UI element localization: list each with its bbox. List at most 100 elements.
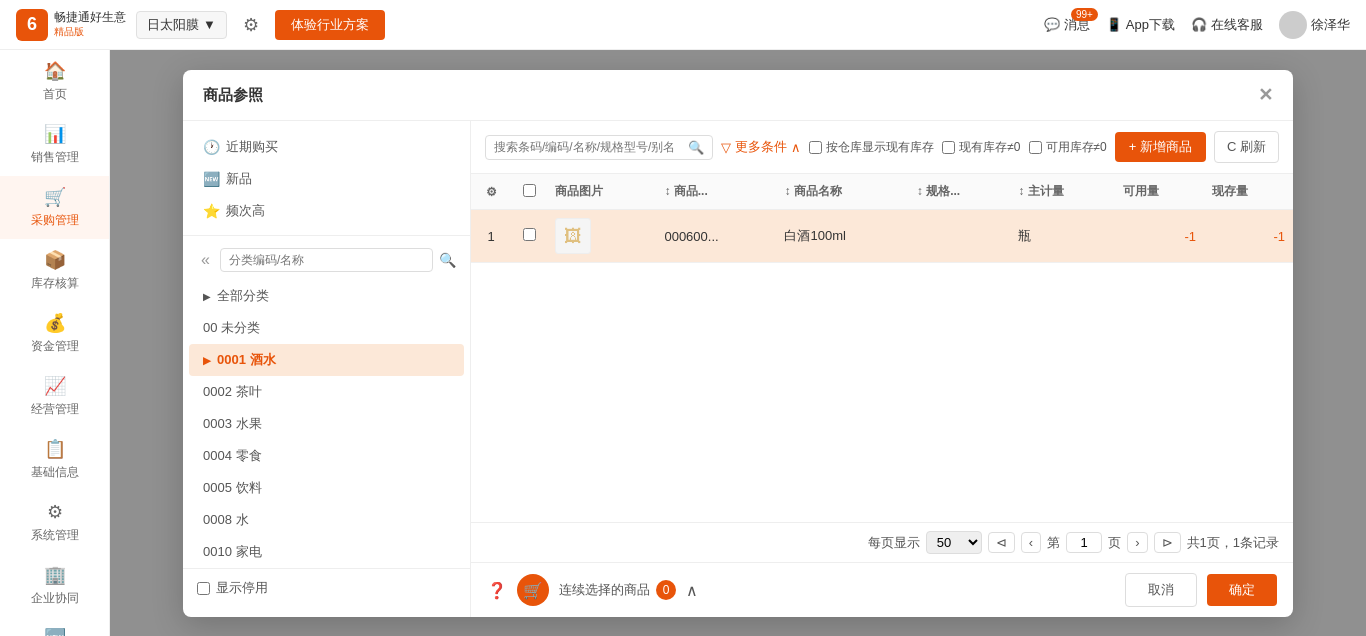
sidebar-item-collab[interactable]: 🏢 企业协同 xyxy=(0,554,109,617)
category-list: ▶ 全部分类 00 未分类 ▶ 0001 酒水 0002 茶 xyxy=(183,280,470,568)
warehouse-checkbox[interactable] xyxy=(809,141,822,154)
category-item-0[interactable]: 00 未分类 xyxy=(189,312,464,344)
col-code[interactable]: ↕ 商品... xyxy=(656,174,776,210)
collapse-left-btn[interactable]: « xyxy=(197,251,214,269)
show-disabled-row: 显示停用 xyxy=(183,568,470,607)
last-page-btn[interactable]: ⊳ xyxy=(1154,532,1181,553)
settings-icon[interactable]: ⚙ xyxy=(235,10,267,40)
category-label-1: 0001 酒水 xyxy=(217,351,276,369)
warehouse-checkbox-label[interactable]: 按仓库显示现有库存 xyxy=(809,139,934,156)
cancel-button[interactable]: 取消 xyxy=(1125,573,1197,607)
select-all-checkbox[interactable] xyxy=(523,184,536,197)
stock-nonzero-checkbox-label[interactable]: 现有库存≠0 xyxy=(942,139,1020,156)
online-service-nav-item[interactable]: 🎧 在线客服 xyxy=(1191,16,1263,34)
sidebar-label-inventory: 库存核算 xyxy=(31,275,79,292)
category-label-3: 0003 水果 xyxy=(203,415,262,433)
page-input[interactable] xyxy=(1066,532,1102,553)
page-size-select[interactable]: 50 10 20 100 xyxy=(926,531,982,554)
messages-nav-item[interactable]: 💬 消息 99+ xyxy=(1044,16,1090,34)
sidebar-label-operations: 经营管理 xyxy=(31,401,79,418)
available-nonzero-text: 可用库存≠0 xyxy=(1046,139,1107,156)
system-icon: ⚙ xyxy=(47,501,63,523)
sidebar-item-finance[interactable]: 💰 资金管理 xyxy=(0,302,109,365)
prev-page-btn[interactable]: ‹ xyxy=(1021,532,1041,553)
collab-icon: 🏢 xyxy=(44,564,66,586)
category-item-2[interactable]: 0002 茶叶 xyxy=(189,376,464,408)
table-row[interactable]: 1 🖼 000600... 白酒100ml xyxy=(471,210,1293,263)
sidebar-label-purchase: 采购管理 xyxy=(31,212,79,229)
col-checkbox xyxy=(511,174,547,210)
product-search-icon[interactable]: 🔍 xyxy=(688,140,704,155)
product-search-input-wrap: 🔍 xyxy=(485,135,713,160)
guide-icon: 🆕 xyxy=(44,627,66,636)
operations-icon: 📈 xyxy=(44,375,66,397)
table-head: ⚙ 商品图片 ↕ 商品... ↕ 商品名称 ↕ 规格... ↕ 主计量 可用量 xyxy=(471,174,1293,210)
category-item-6[interactable]: 0008 水 xyxy=(189,504,464,536)
footer-collapse-icon[interactable]: ∧ xyxy=(686,581,698,600)
filter-button[interactable]: ▽ 更多条件 ∧ xyxy=(721,138,801,156)
sidebar-item-purchase[interactable]: 🛒 采购管理 xyxy=(0,176,109,239)
page-word-2: 页 xyxy=(1108,534,1121,552)
sidebar-item-home[interactable]: 🏠 首页 xyxy=(0,50,109,113)
category-item-4[interactable]: 0004 零食 xyxy=(189,440,464,472)
modal-footer: ❓ 🛒 连续选择的商品 0 ∧ 取消 确定 xyxy=(471,562,1293,617)
quick-link-new-label: 新品 xyxy=(226,170,252,188)
col-settings[interactable]: ⚙ xyxy=(471,174,511,210)
sidebar-item-inventory[interactable]: 📦 库存核算 xyxy=(0,239,109,302)
modal-left-panel: 🕐 近期购买 🆕 新品 ⭐ 频次高 xyxy=(183,121,471,617)
quick-link-frequent[interactable]: ⭐ 频次高 xyxy=(193,195,460,227)
sidebar-label-system: 系统管理 xyxy=(31,527,79,544)
nav-right: 💬 消息 99+ 📱 App下载 🎧 在线客服 徐泽华 xyxy=(1044,11,1350,39)
sidebar-item-basic-info[interactable]: 📋 基础信息 xyxy=(0,428,109,491)
sidebar-item-system[interactable]: ⚙ 系统管理 xyxy=(0,491,109,554)
category-search-input[interactable] xyxy=(220,248,433,272)
category-item-3[interactable]: 0003 水果 xyxy=(189,408,464,440)
store-selector[interactable]: 日太阳膜 ▼ xyxy=(136,11,227,39)
logo-text: 畅捷通好生意 xyxy=(54,10,126,26)
user-name: 徐泽华 xyxy=(1311,16,1350,34)
footer-actions: 取消 确定 xyxy=(1125,573,1277,607)
row-checkbox[interactable] xyxy=(523,228,536,241)
first-page-btn[interactable]: ⊲ xyxy=(988,532,1015,553)
add-product-button[interactable]: + 新增商品 xyxy=(1115,132,1206,162)
available-nonzero-checkbox[interactable] xyxy=(1029,141,1042,154)
cell-name: 白酒100ml xyxy=(776,210,908,263)
category-item-1[interactable]: ▶ 0001 酒水 xyxy=(189,344,464,376)
cart-button[interactable]: 🛒 xyxy=(517,574,549,606)
col-available: 可用量 xyxy=(1115,174,1204,210)
category-label-5: 0005 饮料 xyxy=(203,479,262,497)
product-search-input[interactable] xyxy=(494,140,684,154)
confirm-button[interactable]: 确定 xyxy=(1207,574,1277,606)
col-name[interactable]: ↕ 商品名称 xyxy=(776,174,908,210)
app-icon: 📱 xyxy=(1106,17,1122,32)
available-nonzero-checkbox-label[interactable]: 可用库存≠0 xyxy=(1029,139,1107,156)
next-page-btn[interactable]: › xyxy=(1127,532,1147,553)
quick-link-new[interactable]: 🆕 新品 xyxy=(193,163,460,195)
sidebar-item-sales[interactable]: 📊 销售管理 xyxy=(0,113,109,176)
modal-header: 商品参照 ✕ xyxy=(183,70,1293,121)
sidebar-item-guide[interactable]: 🆕 新手引导 xyxy=(0,617,109,636)
category-item-7[interactable]: 0010 家电 xyxy=(189,536,464,568)
category-item-5[interactable]: 0005 饮料 xyxy=(189,472,464,504)
app-download-nav-item[interactable]: 📱 App下载 xyxy=(1106,16,1175,34)
category-item-all[interactable]: ▶ 全部分类 xyxy=(189,280,464,312)
stock-nonzero-checkbox[interactable] xyxy=(942,141,955,154)
modal-close-button[interactable]: ✕ xyxy=(1258,84,1273,106)
user-nav-item[interactable]: 徐泽华 xyxy=(1279,11,1350,39)
product-table: ⚙ 商品图片 ↕ 商品... ↕ 商品名称 ↕ 规格... ↕ 主计量 可用量 xyxy=(471,174,1293,263)
category-search-icon[interactable]: 🔍 xyxy=(439,252,456,268)
show-disabled-label: 显示停用 xyxy=(216,579,268,597)
show-disabled-checkbox[interactable] xyxy=(197,582,210,595)
modal-title: 商品参照 xyxy=(203,86,263,105)
continuous-label: 连续选择的商品 xyxy=(559,581,650,599)
col-unit[interactable]: ↕ 主计量 xyxy=(1010,174,1115,210)
sidebar-item-operations[interactable]: 📈 经营管理 xyxy=(0,365,109,428)
help-icon[interactable]: ❓ xyxy=(487,581,507,600)
trial-button[interactable]: 体验行业方案 xyxy=(275,10,385,40)
online-service-label: 在线客服 xyxy=(1211,16,1263,34)
logo-icon: 6 xyxy=(16,9,48,41)
quick-link-recent[interactable]: 🕐 近期购买 xyxy=(193,131,460,163)
col-spec[interactable]: ↕ 规格... xyxy=(909,174,1010,210)
refresh-button[interactable]: C 刷新 xyxy=(1214,131,1279,163)
modal-right-panel: 🔍 ▽ 更多条件 ∧ 按仓库显示现有库存 xyxy=(471,121,1293,617)
